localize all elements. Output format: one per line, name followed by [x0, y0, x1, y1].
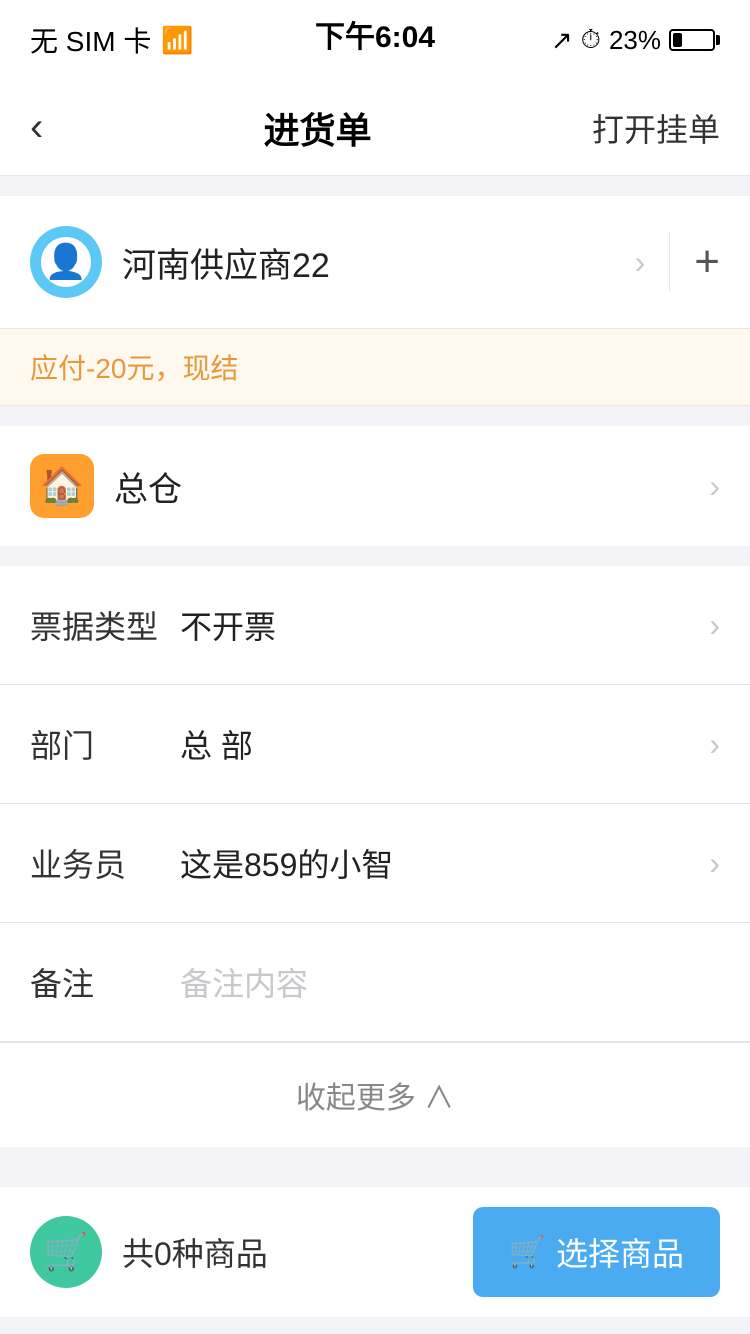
select-product-button[interactable]: 🛒 选择商品: [473, 1207, 720, 1297]
supplier-chevron-icon: ›: [635, 244, 646, 281]
battery-fill: [673, 33, 682, 47]
supplier-avatar: 👤: [30, 226, 102, 298]
invoice-type-value: 不开票: [180, 602, 709, 648]
collapse-bar[interactable]: 收起更多 ∧: [0, 1042, 750, 1147]
supplier-card: 👤 河南供应商22 › + 应付-20元，现结: [0, 196, 750, 406]
invoice-type-label: 票据类型: [30, 602, 180, 648]
product-count: 共0种商品: [122, 1229, 473, 1275]
salesman-value: 这是859的小智: [180, 840, 709, 886]
battery-bar: [669, 29, 720, 51]
page-title: 进货单: [264, 102, 372, 154]
form-card: 票据类型 不开票 › 部门 总 部 › 业务员 这是859的小智 › 备注 备注…: [0, 566, 750, 1147]
avatar-inner: 👤: [41, 237, 91, 287]
supplier-row[interactable]: 👤 河南供应商22 › +: [0, 196, 750, 328]
battery-box: [669, 29, 715, 51]
salesman-chevron-icon: ›: [709, 845, 720, 882]
warehouse-icon-wrap: 🏠: [30, 454, 94, 518]
add-supplier-button[interactable]: +: [694, 237, 720, 287]
notice-text: 应付-20元，现结: [30, 353, 238, 384]
product-icon-wrap: 🛒: [30, 1216, 102, 1288]
supplier-right-area: › +: [635, 232, 720, 292]
select-product-label: 选择商品: [556, 1229, 684, 1275]
location-icon: ↗: [551, 25, 573, 56]
status-time: 下午6:04: [315, 12, 435, 56]
product-bar: 🛒 共0种商品 🛒 选择商品: [0, 1187, 750, 1317]
section-gap-2: [0, 406, 750, 426]
warehouse-name: 总仓: [114, 462, 709, 511]
invoice-chevron-icon: ›: [709, 607, 720, 644]
warehouse-card: 🏠 总仓 ›: [0, 426, 750, 546]
open-pending-button[interactable]: 打开挂单: [592, 105, 720, 151]
vertical-divider: [669, 232, 670, 292]
battery-tip: [716, 35, 720, 45]
status-left: 无 SIM 卡 📶: [30, 20, 194, 60]
section-gap-4: [0, 1147, 750, 1167]
back-button[interactable]: ‹: [30, 105, 43, 150]
warehouse-chevron-icon: ›: [709, 468, 720, 505]
salesman-label: 业务员: [30, 840, 180, 886]
note-value[interactable]: 备注内容: [180, 959, 720, 1005]
department-label: 部门: [30, 721, 180, 767]
notice-bar: 应付-20元，现结: [0, 328, 750, 406]
department-value: 总 部: [180, 721, 709, 767]
nav-bar: ‹ 进货单 打开挂单: [0, 80, 750, 176]
department-chevron-icon: ›: [709, 726, 720, 763]
supplier-name: 河南供应商22: [122, 238, 635, 287]
person-icon: 👤: [45, 242, 87, 282]
product-icon: 🛒: [44, 1231, 89, 1273]
select-product-icon: 🛒: [509, 1235, 546, 1270]
warehouse-row[interactable]: 🏠 总仓 ›: [0, 426, 750, 546]
warehouse-icon: 🏠: [40, 465, 85, 507]
section-gap-3: [0, 546, 750, 566]
wifi-icon: 📶: [161, 25, 193, 56]
status-bar: 无 SIM 卡 📶 下午6:04 ↗ ⏱ 23%: [0, 0, 750, 80]
department-row[interactable]: 部门 总 部 ›: [0, 685, 750, 804]
status-right: ↗ ⏱ 23%: [551, 24, 720, 56]
battery-percent: 23%: [609, 25, 661, 56]
carrier-text: 无 SIM 卡: [30, 20, 151, 60]
alarm-icon: ⏱: [581, 24, 601, 56]
note-label: 备注: [30, 959, 180, 1005]
salesman-row[interactable]: 业务员 这是859的小智 ›: [0, 804, 750, 923]
section-gap-1: [0, 176, 750, 196]
invoice-type-row[interactable]: 票据类型 不开票 ›: [0, 566, 750, 685]
note-row[interactable]: 备注 备注内容: [0, 923, 750, 1042]
